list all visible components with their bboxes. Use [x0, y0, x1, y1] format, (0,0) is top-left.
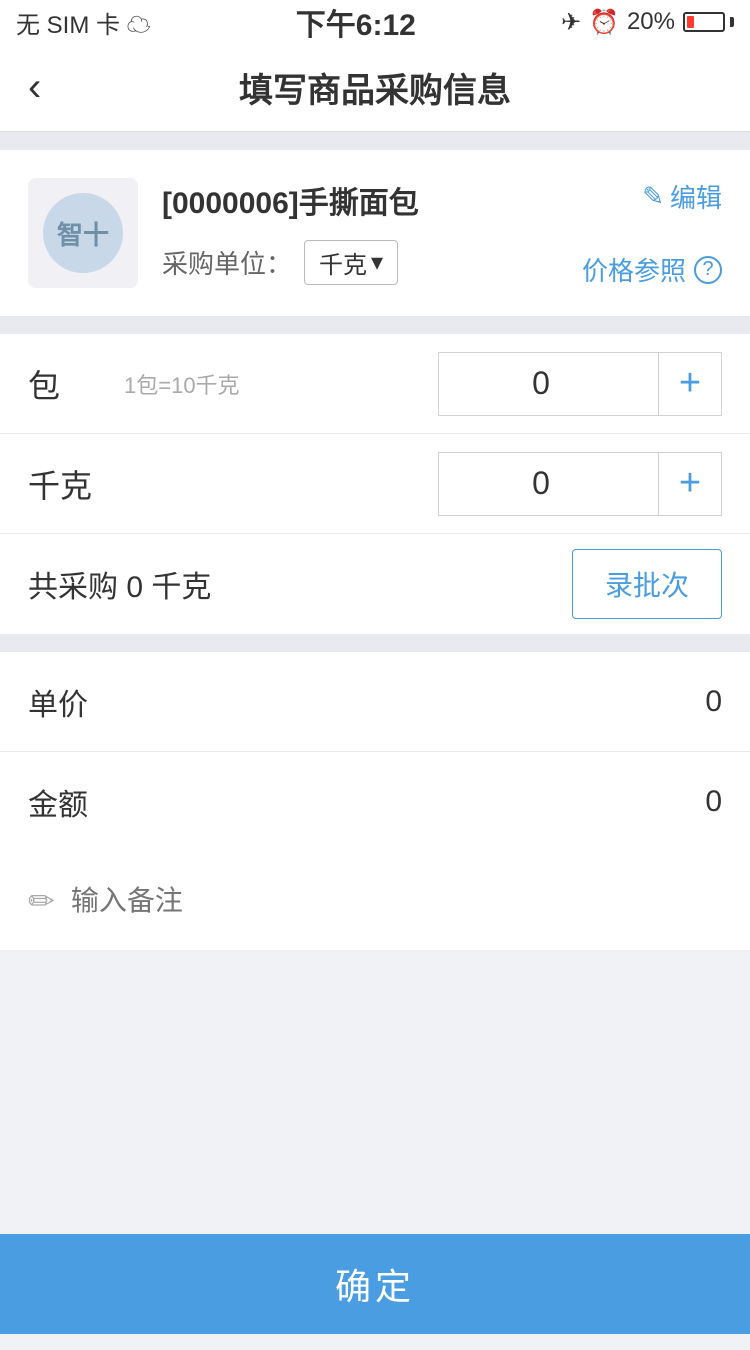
status-time: 下午6:12 [296, 0, 416, 44]
unit-price-label: 单价 [28, 680, 88, 724]
mid-separator-2 [0, 634, 750, 652]
help-icon: ? [694, 256, 722, 284]
battery-icon [683, 12, 734, 32]
confirm-button[interactable]: 确定 [0, 1234, 750, 1334]
bao-input-wrap: + [438, 352, 722, 416]
location-icon: ✈ [561, 8, 581, 37]
kg-input[interactable] [438, 452, 658, 516]
confirm-label: 确定 [335, 1258, 415, 1310]
nav-bar: ‹ 填写商品采购信息 [0, 44, 750, 132]
sim-status: 无 SIM 卡 ☁ [16, 5, 151, 40]
total-row: 共采购 0 千克 录批次 [0, 534, 750, 634]
price-section: 单价 0 金额 0 [0, 652, 750, 852]
edit-button[interactable]: ✎ 编辑 [642, 178, 722, 215]
bao-sublabel: 1包=10千克 [124, 368, 422, 400]
kg-input-row: 千克 + [0, 434, 750, 534]
unit-price-value: 0 [705, 685, 722, 719]
kg-plus-button[interactable]: + [658, 452, 722, 516]
top-separator [0, 132, 750, 150]
amount-row: 金额 0 [0, 752, 750, 852]
battery-percent: 20% [627, 8, 675, 36]
amount-value: 0 [705, 785, 722, 819]
batch-button[interactable]: 录批次 [572, 549, 722, 619]
back-button[interactable]: ‹ [28, 65, 41, 110]
note-input[interactable] [71, 885, 722, 917]
product-logo: 智十 [43, 193, 123, 273]
unit-value: 千克 [319, 245, 367, 280]
mid-separator-1 [0, 316, 750, 334]
product-card: 智十 [0000006]手撕面包 采购单位： 千克 ▾ ✎ 编辑 价格参照 ? [0, 150, 750, 316]
input-section: 包 1包=10千克 + 千克 + [0, 334, 750, 534]
price-ref-label: 价格参照 [582, 251, 686, 288]
note-section: ✏ [0, 852, 750, 950]
bao-input-row: 包 1包=10千克 + [0, 334, 750, 434]
empty-area [0, 950, 750, 1250]
bao-label: 包 [28, 361, 108, 407]
kg-input-wrap: + [438, 452, 722, 516]
product-name: [0000006]手撕面包 [162, 178, 722, 222]
kg-label: 千克 [28, 461, 108, 507]
price-ref-button[interactable]: 价格参照 ? [582, 251, 722, 288]
alarm-icon: ⏰ [589, 8, 619, 37]
chevron-down-icon: ▾ [371, 248, 383, 277]
bao-input[interactable] [438, 352, 658, 416]
pencil-icon: ✏ [28, 882, 55, 920]
status-right: ✈ ⏰ 20% [561, 8, 734, 37]
bao-plus-button[interactable]: + [658, 352, 722, 416]
amount-label: 金额 [28, 780, 88, 824]
unit-price-row: 单价 0 [0, 652, 750, 752]
status-bar: 无 SIM 卡 ☁ 下午6:12 ✈ ⏰ 20% [0, 0, 750, 44]
product-image: 智十 [28, 178, 138, 288]
unit-label: 采购单位： [162, 244, 292, 281]
unit-select[interactable]: 千克 ▾ [304, 240, 398, 285]
status-left: 无 SIM 卡 ☁ [16, 5, 151, 40]
edit-icon: ✎ [642, 181, 664, 212]
page-title: 填写商品采购信息 [239, 63, 511, 112]
total-text: 共采购 0 千克 [28, 562, 211, 606]
edit-label: 编辑 [670, 178, 722, 215]
